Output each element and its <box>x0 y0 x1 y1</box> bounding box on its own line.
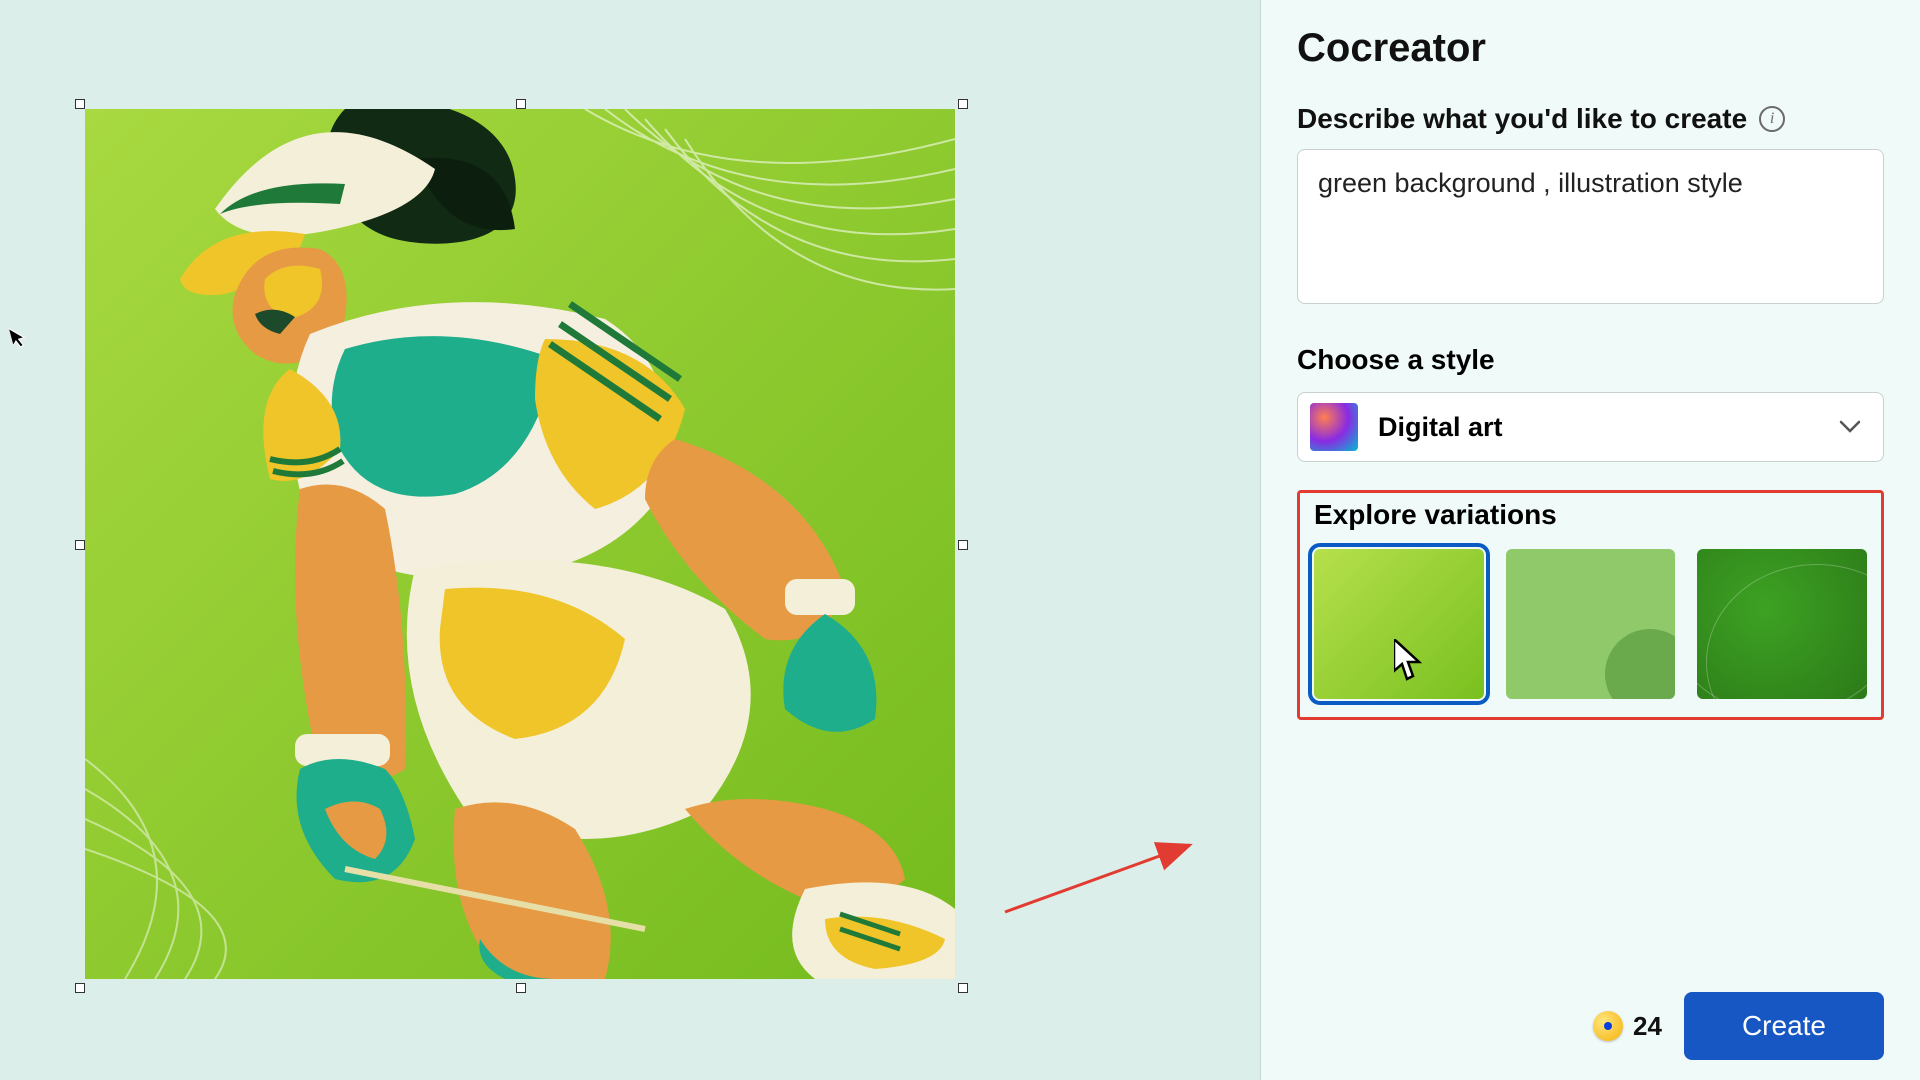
credits-value: 24 <box>1633 1011 1662 1042</box>
selection-handle[interactable] <box>958 99 968 109</box>
athlete-illustration <box>85 109 955 979</box>
prompt-label: Describe what you'd like to create <box>1297 103 1747 135</box>
cursor-icon <box>8 324 29 349</box>
create-button[interactable]: Create <box>1684 992 1884 1060</box>
selection-handle[interactable] <box>75 983 85 993</box>
style-select[interactable]: Digital art <box>1297 392 1884 462</box>
selection-handle[interactable] <box>516 983 526 993</box>
credits-display: 24 <box>1593 1011 1662 1042</box>
canvas-area[interactable] <box>0 0 1260 1080</box>
variation-thumb-2[interactable] <box>1506 549 1676 699</box>
selection-handle[interactable] <box>516 99 526 109</box>
selection-handle[interactable] <box>958 983 968 993</box>
info-icon[interactable]: i <box>1759 106 1785 132</box>
coin-icon <box>1593 1011 1623 1041</box>
generated-image[interactable] <box>85 109 955 979</box>
variations-section: Explore variations <box>1297 490 1884 720</box>
variation-thumb-3[interactable] <box>1697 549 1867 699</box>
variation-thumb-1[interactable] <box>1314 549 1484 699</box>
style-value: Digital art <box>1378 412 1819 443</box>
cocreator-panel: Cocreator Describe what you'd like to cr… <box>1260 0 1920 1080</box>
style-thumbnail <box>1310 403 1358 451</box>
selection-handle[interactable] <box>75 540 85 550</box>
cursor-icon <box>1394 639 1426 681</box>
annotation-arrow-icon <box>1000 837 1200 917</box>
panel-title: Cocreator <box>1297 26 1884 71</box>
chevron-down-icon <box>1839 420 1861 434</box>
selection-handle[interactable] <box>958 540 968 550</box>
selection-handle[interactable] <box>75 99 85 109</box>
prompt-input[interactable] <box>1297 149 1884 304</box>
style-label: Choose a style <box>1297 344 1884 376</box>
variations-label: Explore variations <box>1314 499 1867 531</box>
